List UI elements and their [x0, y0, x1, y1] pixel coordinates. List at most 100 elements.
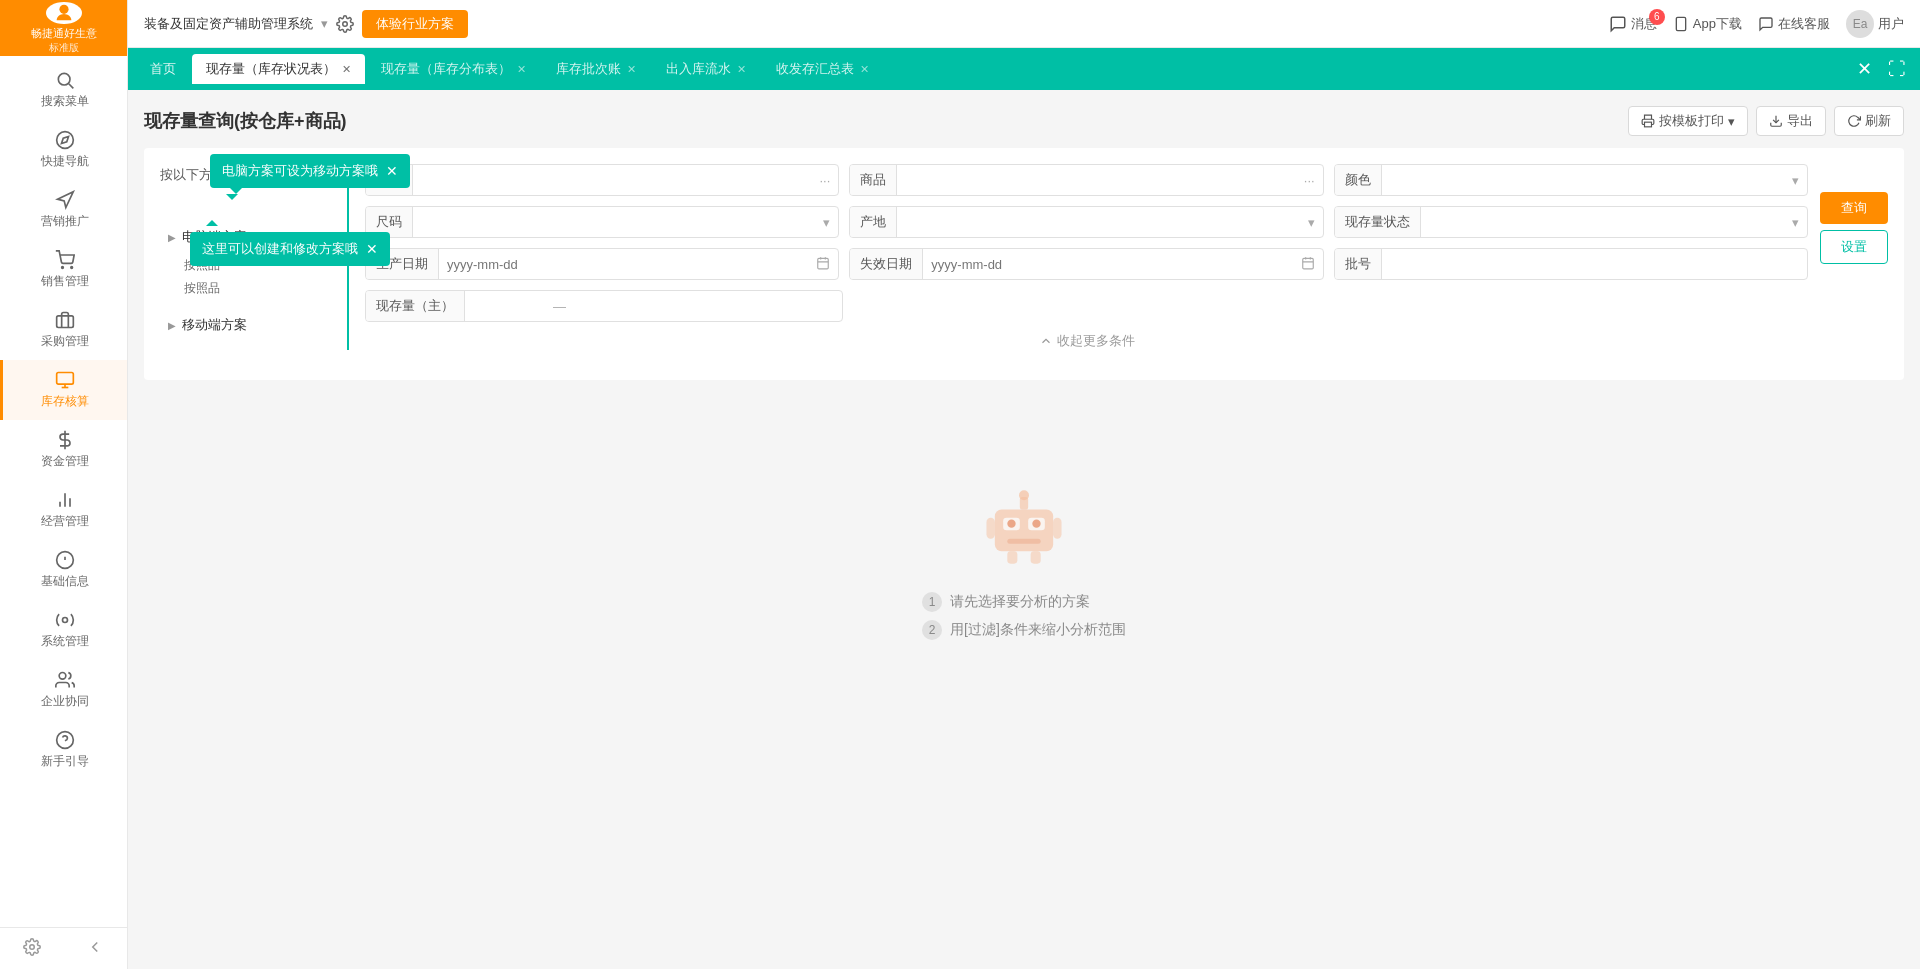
- sidebar-item-search[interactable]: 搜索菜单: [0, 60, 127, 120]
- tab-close-inventory-status[interactable]: ✕: [342, 63, 351, 76]
- settings-icon[interactable]: [336, 15, 354, 33]
- stock-status-input[interactable]: [1421, 215, 1784, 230]
- produce-date-input[interactable]: [439, 257, 808, 272]
- sidebar-item-guide[interactable]: 新手引导: [0, 720, 127, 780]
- svg-point-5: [62, 267, 64, 269]
- svg-rect-23: [1676, 17, 1685, 30]
- empty-state: 1 请先选择要分析的方案 2 用[过滤]条件来缩小分析范围: [144, 392, 1904, 720]
- batch-input[interactable]: [1382, 257, 1807, 272]
- reset-btn[interactable]: 设置: [1820, 230, 1888, 264]
- user-action[interactable]: Ea 用户: [1846, 10, 1904, 38]
- empty-tips: 1 请先选择要分析的方案 2 用[过滤]条件来缩小分析范围: [922, 592, 1126, 640]
- svg-rect-27: [818, 258, 829, 269]
- search-btn[interactable]: 查询: [1820, 192, 1888, 224]
- svg-line-2: [69, 84, 74, 89]
- svg-rect-44: [1053, 518, 1061, 539]
- scheme-item-mobile[interactable]: ▶ 移动端方案: [160, 312, 335, 338]
- stock-main-to-input[interactable]: [574, 299, 654, 314]
- tab-home[interactable]: 首页: [136, 54, 190, 84]
- tab-close-distribution[interactable]: ✕: [517, 63, 526, 76]
- experience-btn[interactable]: 体验行业方案: [362, 10, 468, 38]
- system-name: 装备及固定资产辅助管理系统: [144, 15, 313, 33]
- sidebar-item-purchase[interactable]: 采购管理: [0, 300, 127, 360]
- tab-batch-account[interactable]: 库存批次账 ✕: [542, 54, 650, 84]
- sidebar-settings-btn[interactable]: [23, 938, 41, 959]
- tab-inventory-status[interactable]: 现存量（库存状况表） ✕: [192, 54, 365, 84]
- tab-close-summary[interactable]: ✕: [860, 63, 869, 76]
- color-arrow-icon[interactable]: ▾: [1784, 173, 1807, 188]
- field-stock-main: 现存量（主） —: [365, 290, 843, 322]
- export-btn[interactable]: 导出: [1756, 106, 1826, 136]
- sidebar-item-management[interactable]: 经营管理: [0, 480, 127, 540]
- tab-summary[interactable]: 收发存汇总表 ✕: [762, 54, 883, 84]
- svg-point-0: [59, 5, 68, 14]
- online-service-label: 在线客服: [1778, 15, 1830, 33]
- size-input[interactable]: [413, 215, 815, 230]
- origin-arrow-icon[interactable]: ▾: [1300, 215, 1323, 230]
- tab-close-flow[interactable]: ✕: [737, 63, 746, 76]
- color-input[interactable]: [1382, 173, 1784, 188]
- sidebar-collapse-btn[interactable]: [86, 938, 104, 959]
- goods-input[interactable]: [897, 173, 1295, 188]
- field-expire-date: 失效日期: [849, 248, 1323, 280]
- export-label: 导出: [1787, 112, 1813, 130]
- tooltip2-close[interactable]: ✕: [366, 241, 378, 257]
- field-produce-date: 生产日期: [365, 248, 839, 280]
- header-right: 消息 6 App下载 在线客服 Ea 用户: [1609, 10, 1904, 38]
- refresh-btn[interactable]: 刷新: [1834, 106, 1904, 136]
- sidebar-item-system[interactable]: 系统管理: [0, 600, 127, 660]
- produce-date-calendar-icon[interactable]: [808, 256, 838, 273]
- svg-point-21: [30, 945, 35, 950]
- app-download-label: App下载: [1693, 15, 1742, 33]
- sidebar-item-marketing[interactable]: 营销推广: [0, 180, 127, 240]
- field-goods: 商品 ···: [849, 164, 1323, 196]
- sidebar-item-sales[interactable]: 销售管理: [0, 240, 127, 300]
- template-print-btn[interactable]: 按模板打印 ▾: [1628, 106, 1748, 136]
- refresh-label: 刷新: [1865, 112, 1891, 130]
- empty-tip-2: 2 用[过滤]条件来缩小分析范围: [922, 620, 1126, 640]
- sidebar-item-inventory[interactable]: 库存核算: [0, 360, 127, 420]
- logo-icon: [46, 2, 82, 24]
- warehouse-input[interactable]: [413, 173, 811, 188]
- user-label: 用户: [1878, 15, 1904, 33]
- app-download-action[interactable]: App下载: [1673, 15, 1742, 33]
- svg-point-17: [63, 618, 68, 623]
- scheme-sub-item-2[interactable]: 按照品: [176, 277, 335, 300]
- sidebar-item-enterprise[interactable]: 企业协同: [0, 660, 127, 720]
- sidebar: 畅捷通好生意 标准版 搜索菜单 快捷导航 营销推广 销售管理 采购管理 库存核算: [0, 0, 128, 969]
- svg-rect-43: [987, 518, 995, 539]
- header-left: 装备及固定资产辅助管理系统 ▾ 体验行业方案: [144, 10, 468, 38]
- tab-close-all-btn[interactable]: ✕: [1851, 58, 1878, 80]
- svg-rect-25: [1645, 122, 1652, 127]
- online-service-action[interactable]: 在线客服: [1758, 15, 1830, 33]
- collapse-more-btn[interactable]: 收起更多条件: [365, 332, 1808, 350]
- expire-date-calendar-icon[interactable]: [1293, 256, 1323, 273]
- sidebar-item-finance[interactable]: 资金管理: [0, 420, 127, 480]
- goods-dots-icon[interactable]: ···: [1296, 173, 1323, 188]
- warehouse-dots-icon[interactable]: ···: [811, 173, 838, 188]
- logo-text: 畅捷通好生意 标准版: [31, 26, 97, 53]
- tab-bar-controls: ✕ ⛶: [1851, 58, 1912, 80]
- stock-status-arrow-icon[interactable]: ▾: [1784, 215, 1807, 230]
- template-print-arrow: ▾: [1728, 114, 1735, 129]
- stock-main-from-input[interactable]: [465, 299, 545, 314]
- sidebar-item-basic-info[interactable]: 基础信息: [0, 540, 127, 600]
- tab-close-batch[interactable]: ✕: [627, 63, 636, 76]
- tooltip1-close[interactable]: ✕: [386, 163, 398, 179]
- system-dropdown-icon[interactable]: ▾: [321, 16, 328, 31]
- svg-rect-45: [1007, 551, 1017, 564]
- sidebar-item-nav[interactable]: 快捷导航: [0, 120, 127, 180]
- origin-input[interactable]: [897, 215, 1299, 230]
- svg-point-39: [1032, 520, 1040, 528]
- size-arrow-icon[interactable]: ▾: [815, 215, 838, 230]
- tab-inout-flow[interactable]: 出入库流水 ✕: [652, 54, 760, 84]
- filter-buttons: 查询 设置: [1820, 192, 1888, 264]
- filter-row-1: 仓库 ··· 商品 ··· 颜色: [365, 164, 1808, 196]
- message-action[interactable]: 消息 6: [1609, 15, 1657, 33]
- tip-num-1: 1: [922, 592, 942, 612]
- expire-date-input[interactable]: [923, 257, 1292, 272]
- tab-fullscreen-btn[interactable]: ⛶: [1882, 58, 1912, 80]
- empty-tip-1: 1 请先选择要分析的方案: [922, 592, 1126, 612]
- tab-inventory-distribution[interactable]: 现存量（库存分布表） ✕: [367, 54, 540, 84]
- filter-panel: 按以下方案查询 + « 电脑方案可设为移动方案哦 ✕: [144, 148, 1904, 380]
